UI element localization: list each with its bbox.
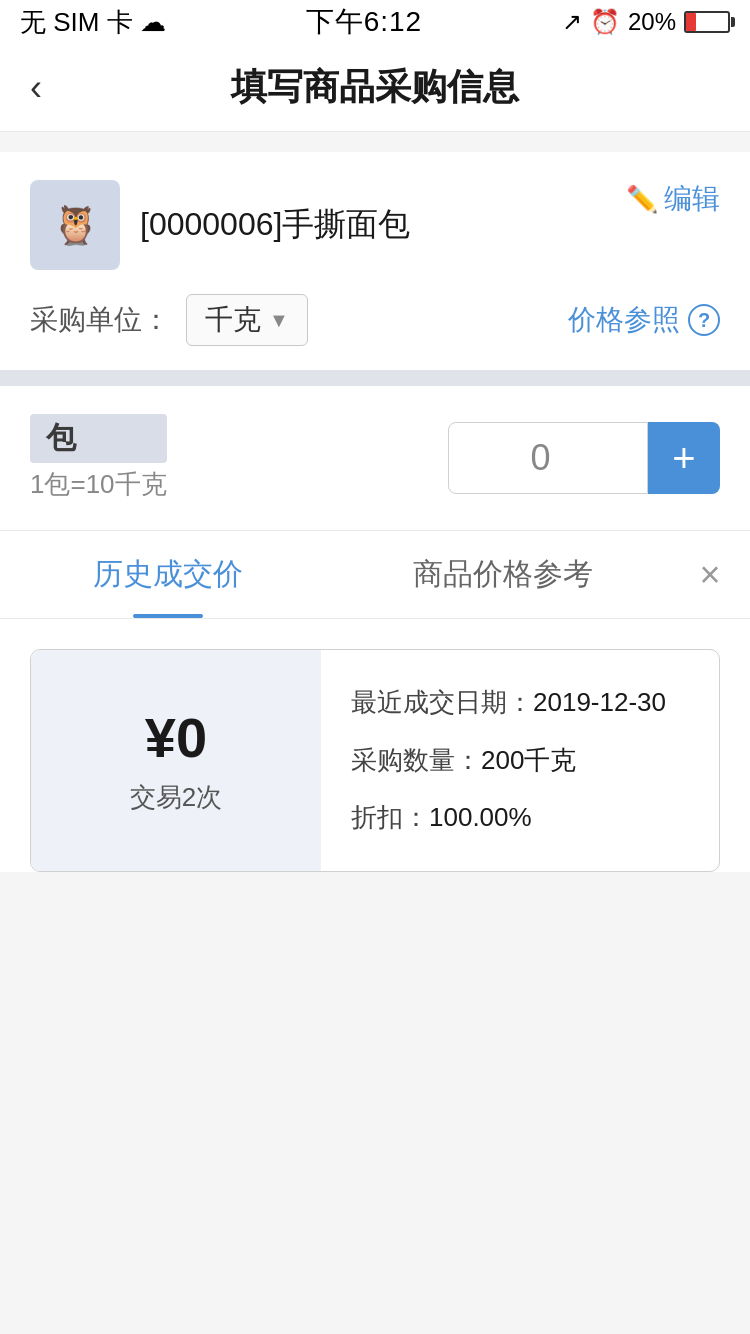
back-button[interactable]: ‹ bbox=[30, 57, 62, 119]
tab-product-price-ref[interactable]: 商品价格参考 bbox=[335, 531, 670, 618]
tab-history-price[interactable]: 历史成交价 bbox=[0, 531, 335, 618]
date-label: 最近成交日期： bbox=[351, 687, 533, 717]
plus-icon: + bbox=[672, 436, 695, 481]
help-icon: ? bbox=[688, 304, 720, 336]
quantity-label: 采购数量： bbox=[351, 745, 481, 775]
quantity-value: 200千克 bbox=[481, 745, 576, 775]
tab-close-button[interactable]: × bbox=[670, 554, 750, 596]
edit-button[interactable]: ✏️ 编辑 bbox=[626, 180, 720, 218]
price-card: ¥0 交易2次 最近成交日期：2019-12-30 采购数量：200千克 折扣：… bbox=[30, 649, 720, 872]
tabs-row: 历史成交价 商品价格参考 × bbox=[0, 531, 750, 619]
product-name: [0000006]手撕面包 bbox=[140, 203, 410, 247]
unit-selector-area: 采购单位： 千克 ▼ bbox=[30, 294, 308, 346]
quantity-input[interactable] bbox=[448, 422, 648, 494]
package-label: 包 bbox=[30, 414, 167, 463]
tab-active-indicator bbox=[133, 614, 203, 618]
price-summary-panel: ¥0 交易2次 bbox=[31, 650, 321, 871]
page-title: 填写商品采购信息 bbox=[231, 63, 519, 112]
unit-value: 千克 bbox=[205, 301, 261, 339]
product-image: 🦉 bbox=[30, 180, 120, 270]
package-convert-label: 1包=10千克 bbox=[30, 467, 167, 502]
close-icon: × bbox=[699, 554, 720, 596]
nav-bar: ‹ 填写商品采购信息 bbox=[0, 44, 750, 132]
trade-count: 交易2次 bbox=[130, 780, 222, 815]
price-detail-discount: 折扣：100.00% bbox=[351, 797, 689, 839]
status-bar: 无 SIM 卡 ☁ 下午6:12 ↗ ⏰ 20% bbox=[0, 0, 750, 44]
nav-arrow-icon: ↗ bbox=[562, 8, 582, 36]
unit-row: 采购单位： 千克 ▼ 价格参照 ? bbox=[30, 294, 720, 346]
product-card: 🦉 [0000006]手撕面包 ✏️ 编辑 采购单位： 千克 ▼ 价格参照 ? bbox=[0, 152, 750, 370]
edit-icon: ✏️ bbox=[626, 184, 658, 215]
status-right: ↗ ⏰ 20% bbox=[562, 8, 730, 36]
battery-percent: 20% bbox=[628, 8, 676, 36]
unit-label: 采购单位： bbox=[30, 301, 170, 339]
quantity-plus-button[interactable]: + bbox=[648, 422, 720, 494]
price-details-panel: 最近成交日期：2019-12-30 采购数量：200千克 折扣：100.00% bbox=[321, 650, 719, 871]
quantity-input-area: + bbox=[187, 422, 720, 494]
owl-icon: 🦉 bbox=[52, 203, 99, 247]
sim-signal: 无 SIM 卡 ☁ bbox=[20, 5, 166, 40]
dropdown-arrow-icon: ▼ bbox=[269, 309, 289, 332]
price-detail-date: 最近成交日期：2019-12-30 bbox=[351, 682, 689, 724]
discount-label: 折扣： bbox=[351, 802, 429, 832]
product-info: 🦉 [0000006]手撕面包 bbox=[30, 180, 410, 270]
unit-dropdown[interactable]: 千克 ▼ bbox=[186, 294, 308, 346]
price-reference-button[interactable]: 价格参照 ? bbox=[568, 301, 720, 339]
alarm-icon: ⏰ bbox=[590, 8, 620, 36]
package-label-area: 包 1包=10千克 bbox=[30, 414, 167, 502]
discount-value: 100.00% bbox=[429, 802, 532, 832]
main-background bbox=[0, 902, 750, 1334]
quantity-row: 包 1包=10千克 + bbox=[0, 386, 750, 530]
status-time: 下午6:12 bbox=[306, 3, 423, 41]
bottom-panel: 历史成交价 商品价格参考 × ¥0 交易2次 最近成交日期：2019-12-30… bbox=[0, 530, 750, 872]
status-left: 无 SIM 卡 ☁ bbox=[20, 5, 166, 40]
section-divider bbox=[0, 370, 750, 386]
battery-icon bbox=[684, 11, 730, 33]
date-value: 2019-12-30 bbox=[533, 687, 666, 717]
price-detail-quantity: 采购数量：200千克 bbox=[351, 740, 689, 782]
price-amount: ¥0 bbox=[145, 705, 207, 770]
